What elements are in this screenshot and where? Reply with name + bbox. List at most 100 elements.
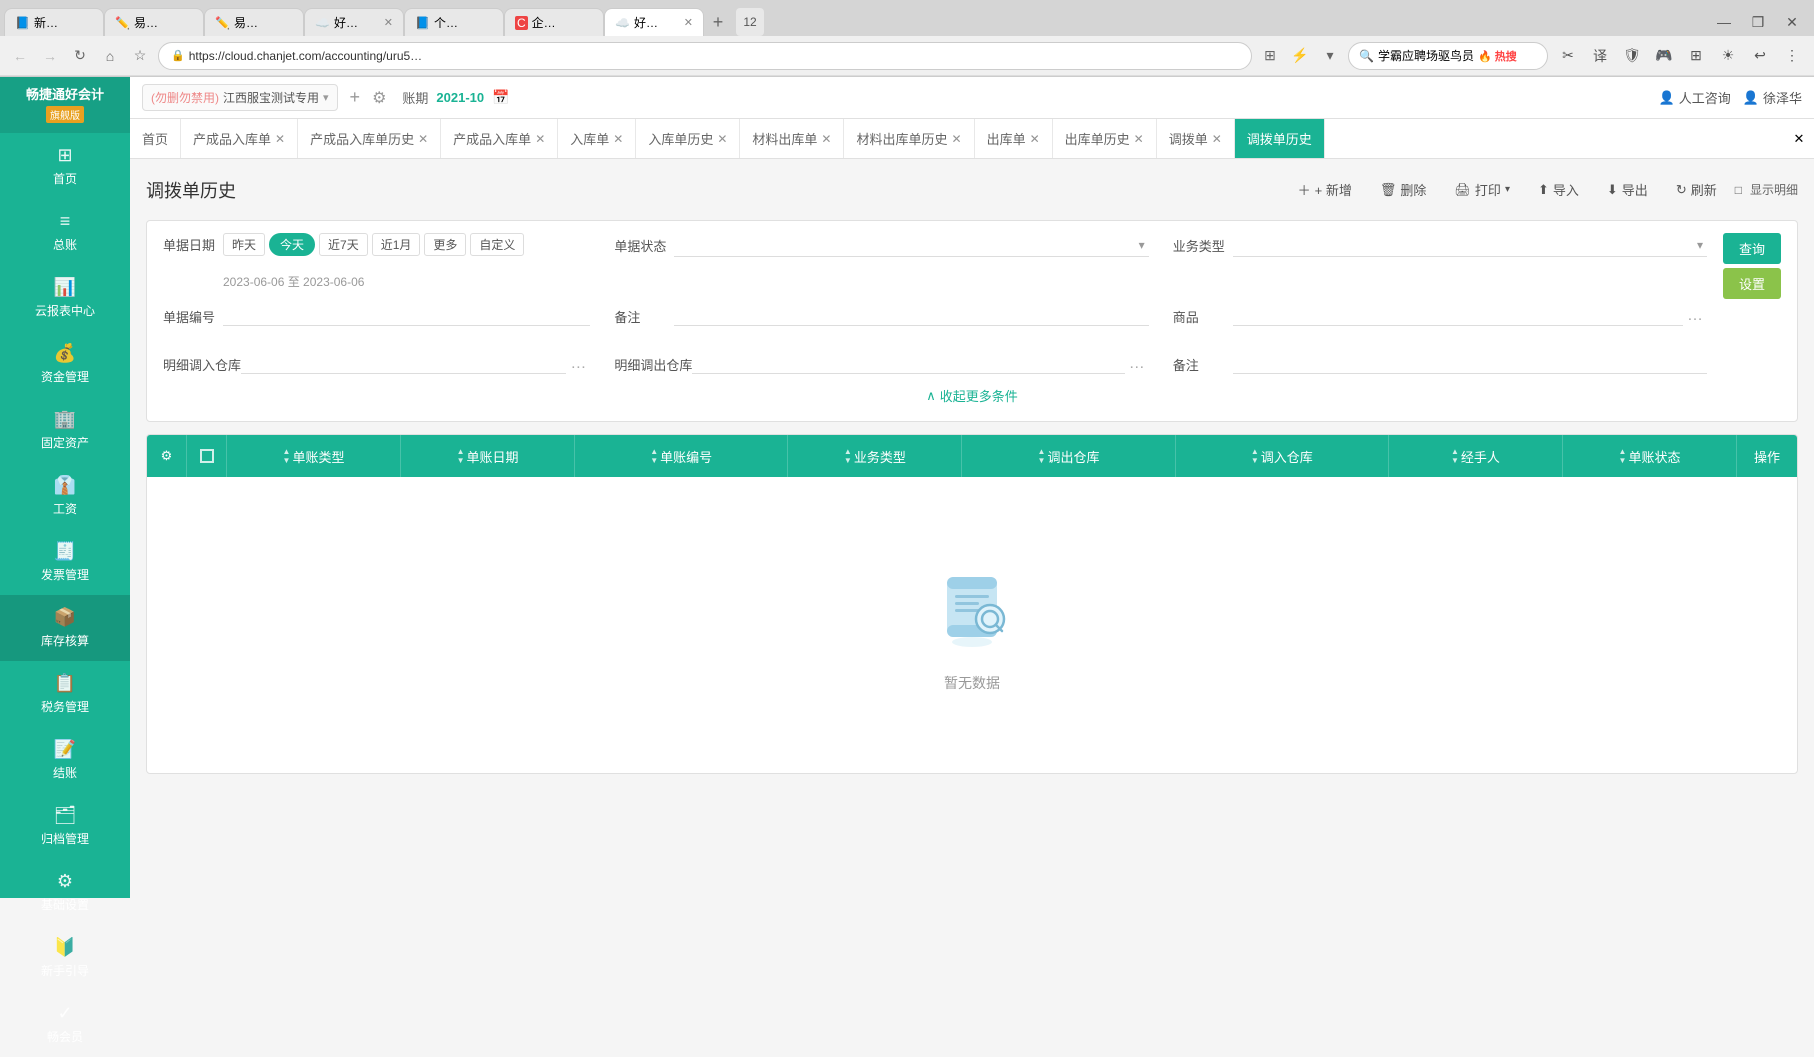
th-date-sort[interactable]: ▲▼	[457, 448, 465, 465]
filter-detail-in-input[interactable]	[241, 354, 566, 374]
filter-detail-out-input[interactable]	[692, 354, 1124, 374]
back-button[interactable]: ←	[8, 44, 32, 68]
shield-icon[interactable]: 🛡	[1618, 42, 1646, 70]
collapse-button[interactable]: ∧ 收起更多条件	[922, 382, 1022, 409]
refresh-browser-button[interactable]: ↻	[68, 44, 92, 68]
th-num-cell[interactable]: ▲▼ 单账编号	[575, 435, 788, 477]
th-gear-cell[interactable]: ⚙	[147, 435, 187, 477]
tab-close-4[interactable]: ✕	[384, 16, 393, 29]
browser-tab-4[interactable]: ☁️ 好… ✕	[304, 8, 404, 36]
th-biz-cell[interactable]: ▲▼ 业务类型	[788, 435, 962, 477]
th-status-cell[interactable]: ▲▼ 单账状态	[1563, 435, 1737, 477]
grid-icon[interactable]: ⊞	[1682, 42, 1710, 70]
tab-close-7[interactable]: ✕	[684, 16, 693, 29]
page-tab-home[interactable]: 首页	[130, 119, 181, 159]
page-tab-products-in2-close[interactable]: ✕	[535, 132, 545, 146]
filter-detail-in-dots[interactable]: …	[566, 355, 590, 373]
th-out-wh-cell[interactable]: ▲▼ 调出仓库	[962, 435, 1175, 477]
filter-note2-input[interactable]	[1233, 354, 1707, 374]
setting-button[interactable]: 设置	[1723, 268, 1781, 299]
extensions-button[interactable]: ⊞	[1258, 44, 1282, 68]
sidebar-item-member[interactable]: ✓ 畅会员	[0, 991, 130, 1057]
filter-detail-out-dots[interactable]: …	[1125, 355, 1149, 373]
page-tab-transfer[interactable]: 调拨单 ✕	[1157, 119, 1235, 159]
address-bar[interactable]: 🔒 https://cloud.chanjet.com/accounting/u…	[158, 42, 1252, 70]
page-tab-stock-out-history[interactable]: 出库单历史 ✕	[1053, 119, 1157, 159]
date-btn-1month[interactable]: 近1月	[372, 233, 421, 256]
browser-tab-2[interactable]: ✏️ 易…	[104, 8, 204, 36]
th-type-sort[interactable]: ▲▼	[283, 448, 291, 465]
minimize-button[interactable]: —	[1710, 8, 1738, 36]
sidebar-item-tax[interactable]: 📋 税务管理	[0, 661, 130, 727]
page-tab-stock-out[interactable]: 出库单 ✕	[975, 119, 1053, 159]
sidebar-item-settlement[interactable]: 📝 结账	[0, 727, 130, 793]
page-tab-transfer-history[interactable]: 调拨单历史	[1235, 119, 1325, 159]
th-out-wh-sort[interactable]: ▲▼	[1038, 448, 1046, 465]
page-tab-materials-out-history-close[interactable]: ✕	[952, 132, 962, 146]
tab-count[interactable]: 12	[736, 8, 764, 36]
th-in-wh-sort[interactable]: ▲▼	[1251, 448, 1259, 465]
translate-icon[interactable]: 译	[1586, 42, 1614, 70]
filter-biz-select[interactable]	[1233, 233, 1707, 257]
add-company-btn[interactable]: +	[350, 87, 361, 108]
date-btn-yesterday[interactable]: 昨天	[223, 233, 265, 256]
page-tab-stock-out-close[interactable]: ✕	[1030, 132, 1040, 146]
filter-goods-input[interactable]	[1233, 306, 1683, 326]
sidebar-item-capital[interactable]: 💰 资金管理	[0, 331, 130, 397]
refresh-button[interactable]: ↻ 刷新	[1666, 175, 1727, 204]
th-status-sort[interactable]: ▲▼	[1619, 448, 1627, 465]
sidebar-item-wages[interactable]: 👔 工资	[0, 463, 130, 529]
new-button[interactable]: ＋ + 新增	[1288, 175, 1362, 204]
page-tab-stock-out-history-close[interactable]: ✕	[1134, 132, 1144, 146]
game-icon[interactable]: 🎮	[1650, 42, 1678, 70]
scissors-icon[interactable]: ✂	[1554, 42, 1582, 70]
th-handler-sort[interactable]: ▲▼	[1451, 448, 1459, 465]
page-tab-products-in-close[interactable]: ✕	[275, 132, 285, 146]
th-check-cell[interactable]	[187, 435, 227, 477]
sidebar-item-home[interactable]: ⊞ 首页	[0, 133, 130, 199]
lightning-button[interactable]: ⚡	[1288, 44, 1312, 68]
print-button[interactable]: 🖨 打印 ▾	[1444, 175, 1520, 204]
sidebar-item-invoices[interactable]: 🧾 发票管理	[0, 529, 130, 595]
bookmark-button[interactable]: ☆	[128, 44, 152, 68]
history-icon[interactable]: ↩	[1746, 42, 1774, 70]
browser-tab-6[interactable]: C 企…	[504, 8, 604, 36]
filter-note-input[interactable]	[674, 306, 1148, 326]
date-btn-custom[interactable]: 自定义	[470, 233, 524, 256]
filter-status-select[interactable]	[674, 233, 1148, 257]
user-info[interactable]: 👤 徐泽华	[1743, 88, 1802, 107]
maximize-button[interactable]: ❒	[1744, 8, 1772, 36]
date-btn-more[interactable]: 更多	[424, 233, 466, 256]
browser-tab-5[interactable]: 📘 个…	[404, 8, 504, 36]
home-browser-button[interactable]: ⌂	[98, 44, 122, 68]
sidebar-item-guide[interactable]: 🔰 新手引导	[0, 925, 130, 991]
new-tab-button[interactable]: +	[704, 8, 732, 36]
browser-tab-7[interactable]: ☁️ 好… ✕	[604, 8, 704, 36]
export-button[interactable]: ⬇ 导出	[1597, 175, 1658, 204]
page-tab-materials-out-close[interactable]: ✕	[821, 132, 831, 146]
page-tab-stock-in-history-close[interactable]: ✕	[717, 132, 727, 146]
query-button[interactable]: 查询	[1723, 233, 1781, 264]
browser-tab-3[interactable]: ✏️ 易…	[204, 8, 304, 36]
sidebar-item-reports[interactable]: 📊 云报表中心	[0, 265, 130, 331]
sidebar-item-inventory[interactable]: 📦 库存核算	[0, 595, 130, 661]
import-button[interactable]: ⬆ 导入	[1528, 175, 1589, 204]
calendar-icon[interactable]: 📅	[492, 89, 509, 106]
browser-tab-1[interactable]: 📘 新…	[4, 8, 104, 36]
page-tab-products-in-history[interactable]: 产成品入库单历史 ✕	[298, 119, 441, 159]
consultant-button[interactable]: 👤 人工咨询	[1659, 88, 1731, 107]
menu-icon[interactable]: ⋮	[1778, 42, 1806, 70]
th-num-sort[interactable]: ▲▼	[650, 448, 658, 465]
sidebar-item-general-ledger[interactable]: ≡ 总账	[0, 199, 130, 265]
filter-goods-dots[interactable]: …	[1683, 307, 1707, 325]
date-btn-7days[interactable]: 近7天	[319, 233, 368, 256]
page-tab-transfer-close[interactable]: ✕	[1212, 132, 1222, 146]
company-selector[interactable]: (勿删勿禁用) 江西服宝测试专用 ▾	[142, 84, 338, 111]
th-type-cell[interactable]: ▲▼ 单账类型	[227, 435, 401, 477]
sidebar-item-fixed-assets[interactable]: 🏢 固定资产	[0, 397, 130, 463]
date-btn-today[interactable]: 今天	[269, 233, 315, 256]
close-button[interactable]: ✕	[1778, 8, 1806, 36]
page-tab-products-in2[interactable]: 产成品入库单 ✕	[441, 119, 558, 159]
page-tab-products-in[interactable]: 产成品入库单 ✕	[181, 119, 298, 159]
forward-button[interactable]: →	[38, 44, 62, 68]
